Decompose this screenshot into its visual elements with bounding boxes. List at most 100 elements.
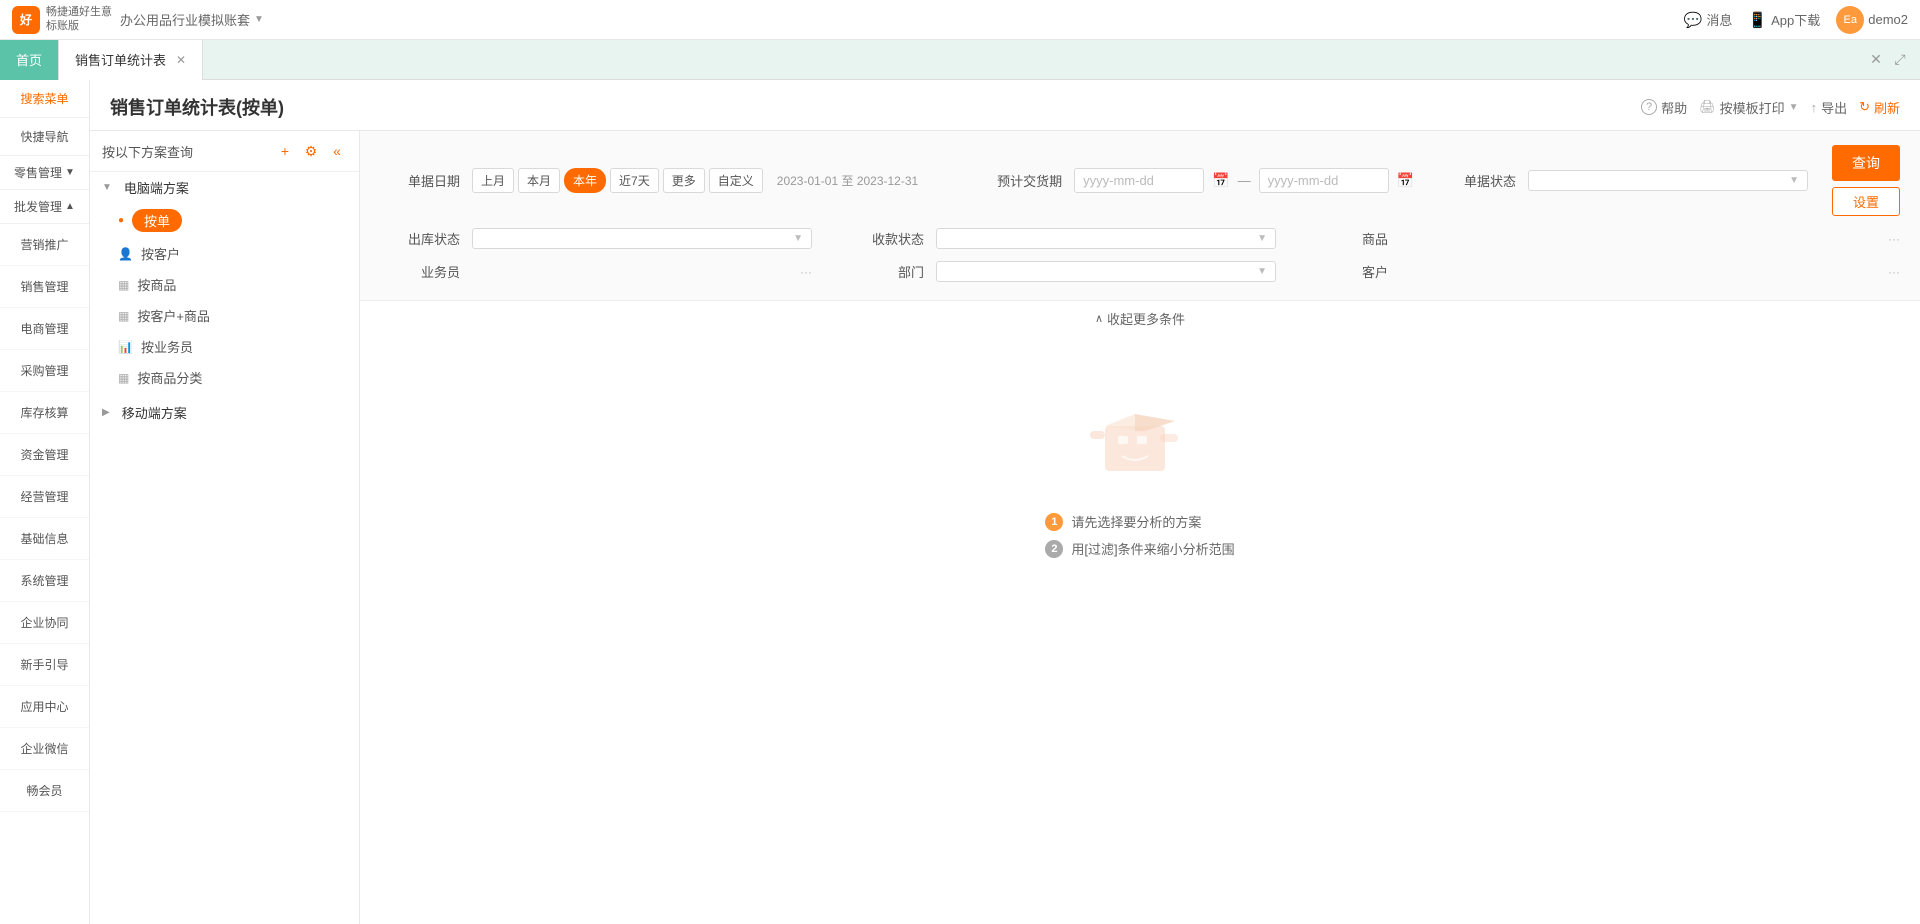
template-print-button[interactable]: 🖨 按模板打印 ▼	[1699, 98, 1798, 117]
empty-tips: 1 请先选择要分析的方案 2 用[过滤]条件来缩小分析范围	[1045, 512, 1234, 558]
left-panel-header: 按以下方案查询 + ⚙ «	[90, 131, 359, 172]
user-area[interactable]: Ea demo2	[1836, 6, 1908, 34]
sidebar-item-newbie[interactable]: 新手引导	[0, 644, 89, 686]
page-title: 销售订单统计表(按单)	[110, 94, 284, 120]
empty-illustration	[1080, 376, 1200, 496]
ship-status-select[interactable]: ▼	[472, 228, 812, 249]
sidebar-quick-nav[interactable]: 快捷导航	[0, 118, 89, 156]
filter-row-2: 出库状态 ▼ 收款状态 ▼ 商品	[380, 228, 1900, 249]
sidebar: 搜索菜单 快捷导航 零售管理 ▼ 批发管理 ▲ 营销推广 销售管理 电商管理 采…	[0, 80, 90, 924]
expected-date-to[interactable]	[1259, 168, 1389, 193]
last-month-btn[interactable]: 上月	[472, 168, 514, 193]
tree-item-by-product[interactable]: ▦ 按商品	[90, 269, 359, 300]
department-dropdown-icon: ▼	[1257, 266, 1267, 277]
query-button[interactable]: 查询	[1832, 145, 1900, 181]
breadcrumb: 办公用品行业模拟账套 ▼	[120, 10, 264, 29]
salesman-label: 业务员	[380, 262, 460, 281]
refresh-button[interactable]: ↻ 刷新	[1859, 98, 1900, 117]
help-button[interactable]: ? 帮助	[1641, 98, 1687, 117]
message-button[interactable]: 💬 消息	[1684, 10, 1733, 29]
calendar-from-icon[interactable]: 📅	[1212, 172, 1229, 189]
logo-area: 好 畅捷通好生意 标账版	[12, 6, 112, 34]
sidebar-item-sales[interactable]: 销售管理	[0, 266, 89, 308]
sidebar-item-system[interactable]: 系统管理	[0, 560, 89, 602]
pc-section-label: ▼ 电脑端方案	[90, 172, 359, 203]
payment-status-select[interactable]: ▼	[936, 228, 1276, 249]
logo-icon: 好	[12, 6, 40, 34]
empty-tip-1: 1 请先选择要分析的方案	[1045, 512, 1234, 531]
mobile-section-label: ▶ 移动端方案	[90, 397, 359, 428]
sidebar-item-enterprise[interactable]: 企业协同	[0, 602, 89, 644]
sidebar-item-member[interactable]: 畅会员	[0, 770, 89, 812]
sidebar-item-retail[interactable]: 零售管理 ▼	[0, 156, 89, 190]
salesman-field-area: ···	[472, 265, 812, 279]
sidebar-item-wholesale[interactable]: 批发管理 ▲	[0, 190, 89, 224]
query-btn-group: 查询 设置	[1832, 145, 1900, 216]
collapse-bar[interactable]: ∧ 收起更多条件	[360, 301, 1920, 336]
tree-expand-icon[interactable]: ▼	[102, 182, 112, 193]
retail-arrow-icon: ▼	[65, 167, 75, 178]
window-close-button[interactable]: ✕	[1868, 52, 1884, 68]
product-more-icon[interactable]: ···	[1888, 232, 1900, 246]
doc-status-label: 单据状态	[1446, 171, 1516, 190]
tree-item-by-cust-prod[interactable]: ▦ 按客户+商品	[90, 300, 359, 331]
this-year-btn[interactable]: 本年	[564, 168, 606, 193]
sidebar-item-wechat[interactable]: 企业微信	[0, 728, 89, 770]
add-scheme-icon[interactable]: +	[275, 141, 295, 161]
tab-close-icon[interactable]: ✕	[176, 53, 186, 67]
print-dropdown-icon[interactable]: ▼	[1789, 102, 1799, 113]
by-category-icon: ▦	[118, 371, 129, 385]
top-bar: 好 畅捷通好生意 标账版 办公用品行业模拟账套 ▼ 💬 消息 📱 App下载 E…	[0, 0, 1920, 40]
settings-scheme-icon[interactable]: ⚙	[301, 141, 321, 161]
tree-item-by-customer[interactable]: 👤 按客户	[90, 238, 359, 269]
tab-order-stats[interactable]: 销售订单统计表 ✕	[59, 40, 203, 80]
export-button[interactable]: ↑ 导出	[1811, 98, 1848, 117]
app-download-button[interactable]: 📱 App下载	[1748, 10, 1820, 29]
tree-item-by-order[interactable]: ● 按单	[90, 203, 359, 238]
right-panel: 单据日期 上月 本月 本年 近7天 更多 自定义 20	[360, 131, 1920, 924]
sidebar-search[interactable]: 搜索菜单	[0, 80, 89, 118]
payment-status-label: 收款状态	[844, 229, 924, 248]
inner-layout: 按以下方案查询 + ⚙ « ▼ 电脑端方案 ● 按单 👤 按客户	[90, 131, 1920, 924]
mobile-expand-icon[interactable]: ▶	[102, 407, 110, 418]
refresh-icon: ↻	[1859, 99, 1870, 115]
sidebar-item-marketing[interactable]: 营销推广	[0, 224, 89, 266]
sidebar-item-ecommerce[interactable]: 电商管理	[0, 308, 89, 350]
filter-section: 单据日期 上月 本月 本年 近7天 更多 自定义 20	[360, 131, 1920, 336]
expected-date-from[interactable]	[1074, 168, 1204, 193]
filter-row-3: 业务员 ··· 部门 ▼ 客户 ···	[380, 261, 1900, 282]
calendar-to-icon[interactable]: 📅	[1397, 172, 1414, 189]
this-month-btn[interactable]: 本月	[518, 168, 560, 193]
settings-button[interactable]: 设置	[1832, 187, 1900, 216]
salesman-more-icon[interactable]: ···	[800, 265, 812, 279]
tree-item-by-salesman[interactable]: 📊 按业务员	[90, 331, 359, 362]
more-date-btn[interactable]: 更多	[663, 168, 705, 193]
tab-home[interactable]: 首页	[0, 40, 59, 80]
date-range-text: 2023-01-01 至 2023-12-31	[777, 172, 918, 189]
sidebar-item-inventory[interactable]: 库存核算	[0, 392, 89, 434]
window-maximize-button[interactable]: ⤢	[1892, 52, 1908, 68]
custom-date-btn[interactable]: 自定义	[709, 168, 763, 193]
top-bar-right: 💬 消息 📱 App下载 Ea demo2	[1684, 6, 1908, 34]
sidebar-item-operations[interactable]: 经营管理	[0, 476, 89, 518]
expected-date-control: 📅 — 📅	[1074, 168, 1414, 193]
tree-item-by-category[interactable]: ▦ 按商品分类	[90, 362, 359, 393]
sidebar-item-basic[interactable]: 基础信息	[0, 518, 89, 560]
ship-status-label: 出库状态	[380, 229, 460, 248]
department-select[interactable]: ▼	[936, 261, 1276, 282]
customer-more-icon[interactable]: ···	[1888, 265, 1900, 279]
sidebar-item-finance[interactable]: 资金管理	[0, 434, 89, 476]
collapse-panel-icon[interactable]: «	[327, 141, 347, 161]
tab-bar: 首页 销售订单统计表 ✕ ✕ ⤢	[0, 40, 1920, 80]
sidebar-item-appstore[interactable]: 应用中心	[0, 686, 89, 728]
last-7days-btn[interactable]: 近7天	[610, 168, 659, 193]
breadcrumb-dropdown[interactable]: ▼	[254, 14, 264, 25]
top-bar-left: 好 畅捷通好生意 标账版 办公用品行业模拟账套 ▼	[12, 6, 264, 34]
left-panel: 按以下方案查询 + ⚙ « ▼ 电脑端方案 ● 按单 👤 按客户	[90, 131, 360, 924]
page-actions: ? 帮助 🖨 按模板打印 ▼ ↑ 导出 ↻ 刷新	[1641, 98, 1900, 117]
sidebar-item-purchase[interactable]: 采购管理	[0, 350, 89, 392]
export-icon: ↑	[1811, 100, 1818, 115]
doc-status-select[interactable]: ▼	[1528, 170, 1808, 191]
by-product-icon: ▦	[118, 278, 129, 292]
wholesale-arrow-icon: ▲	[65, 201, 75, 212]
